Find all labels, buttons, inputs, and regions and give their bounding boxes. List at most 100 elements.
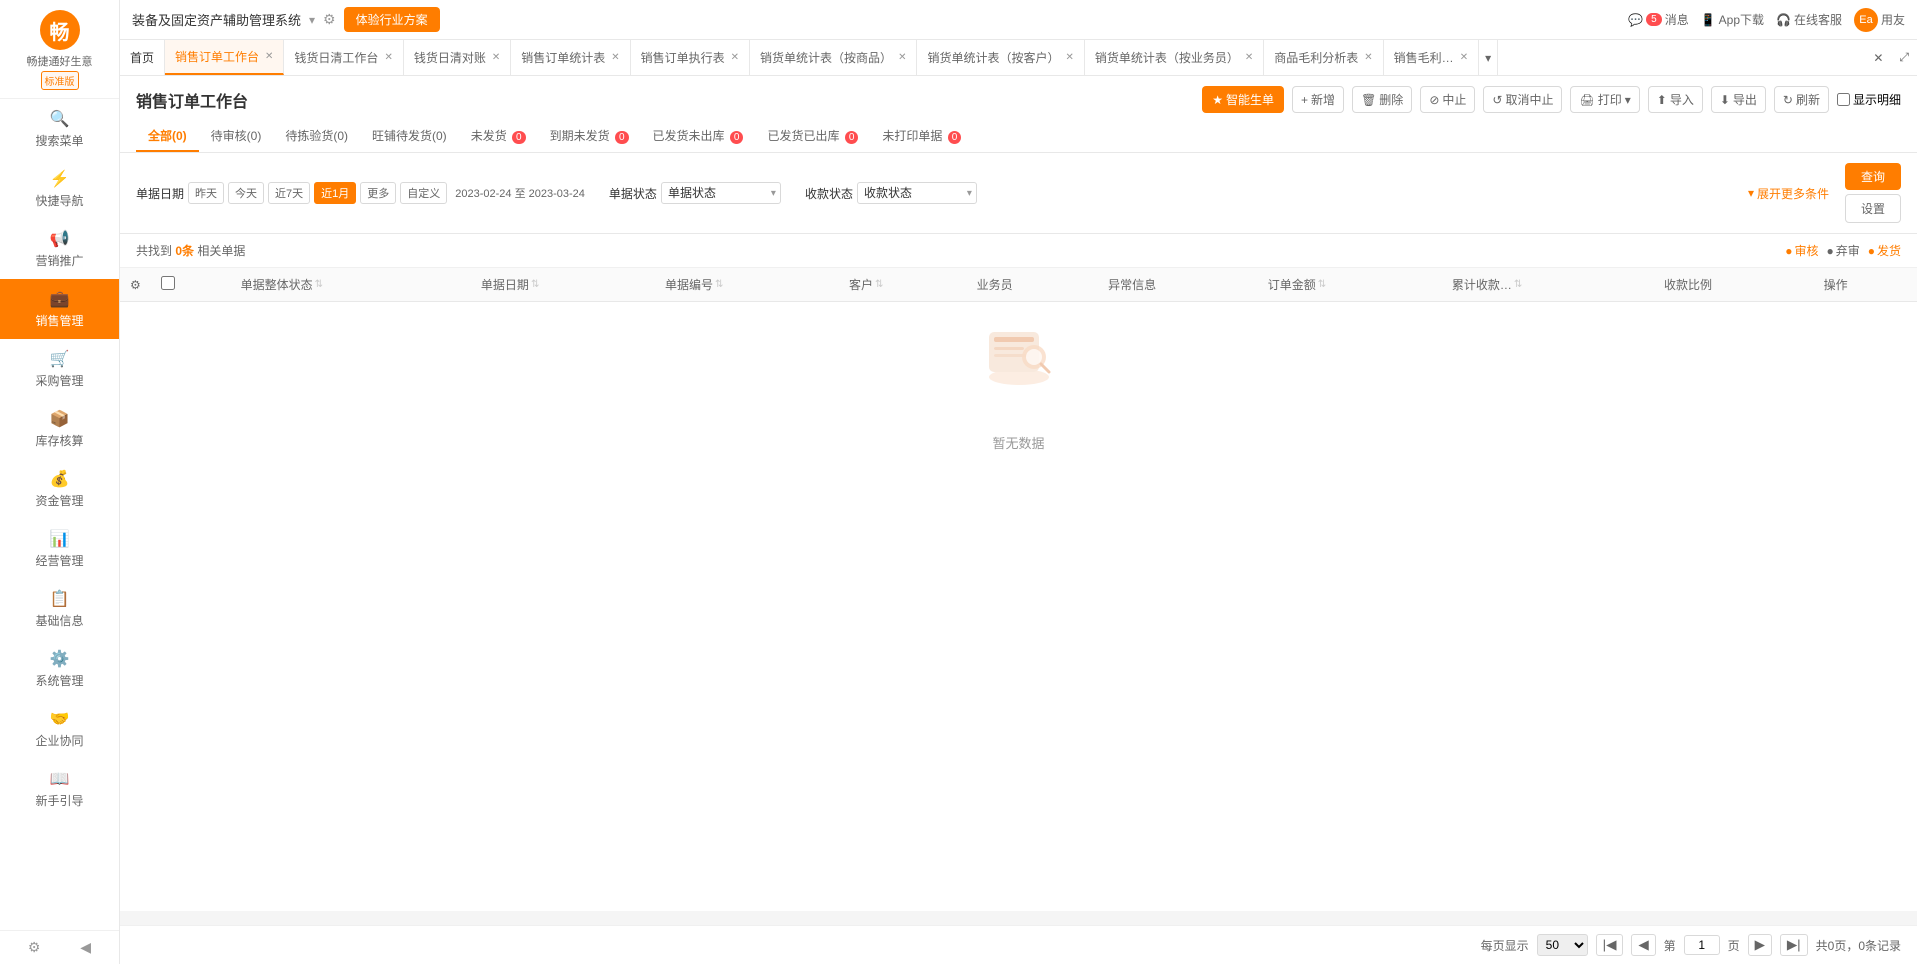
- th-exception[interactable]: 异常信息: [1098, 268, 1258, 302]
- first-page-button[interactable]: |◀: [1596, 934, 1624, 956]
- last-page-button[interactable]: ▶|: [1780, 934, 1808, 956]
- settings-icon[interactable]: ⚙: [28, 939, 41, 956]
- sidebar-item-collab[interactable]: 🤝 企业协同: [0, 699, 119, 759]
- tab-close-icon[interactable]: ✕: [1065, 52, 1073, 63]
- th-status[interactable]: 单据整体状态⇅: [231, 268, 471, 302]
- status-select[interactable]: 单据状态: [661, 182, 781, 204]
- approve-action-button[interactable]: ● 审核: [1785, 242, 1818, 259]
- tab-gross-margin[interactable]: 商品毛利分析表 ✕: [1264, 40, 1383, 75]
- collapse-icon[interactable]: ◀: [80, 939, 91, 956]
- sidebar-item-finance[interactable]: 💰 资金管理: [0, 459, 119, 519]
- th-ratio[interactable]: 收款比例: [1654, 268, 1814, 302]
- stop-button[interactable]: ⊘ 中止: [1420, 86, 1475, 113]
- sub-tab-overdue-unshipped[interactable]: 到期未发货 0: [538, 121, 641, 152]
- th-amount[interactable]: 订单金额⇅: [1258, 268, 1442, 302]
- tab-close-icon[interactable]: ✕: [265, 51, 273, 62]
- tab-home[interactable]: 首页: [120, 40, 165, 75]
- sub-tab-pending-approve[interactable]: 待审核(0): [199, 121, 274, 152]
- sidebar-item-marketing[interactable]: 📢 营销推广: [0, 219, 119, 279]
- app-download-button[interactable]: 📱 App下载: [1701, 11, 1764, 28]
- table-scroll-container[interactable]: ⚙ 单据整体状态⇅ 单据日期⇅ 单据编号⇅: [120, 268, 1917, 911]
- tab-ship-by-salesperson[interactable]: 销货单统计表（按业务员） ✕: [1085, 40, 1264, 75]
- show-detail-toggle[interactable]: 显示明细: [1837, 91, 1901, 108]
- tabs-maximize-button[interactable]: ⤢: [1891, 50, 1917, 65]
- smart-create-button[interactable]: ★ 智能生单: [1202, 86, 1284, 113]
- tabs-close-all-button[interactable]: ✕: [1865, 51, 1891, 65]
- ship-action-button[interactable]: ● 发货: [1868, 242, 1901, 259]
- date-btn-yesterday[interactable]: 昨天: [188, 182, 224, 204]
- sidebar-item-business[interactable]: 📊 经营管理: [0, 519, 119, 579]
- date-btn-today[interactable]: 今天: [228, 182, 264, 204]
- date-btn-1month[interactable]: 近1月: [314, 182, 356, 204]
- tab-sales-workbench[interactable]: 销售订单工作台 ✕: [165, 40, 284, 75]
- tab-close-icon[interactable]: ✕: [611, 52, 619, 63]
- tab-close-icon[interactable]: ✕: [1245, 52, 1253, 63]
- sidebar-item-quick[interactable]: ⚡ 快捷导航: [0, 159, 119, 219]
- th-checkbox[interactable]: [151, 268, 231, 302]
- print-button[interactable]: 🖨 打印 ▾: [1570, 86, 1639, 113]
- sub-tab-all[interactable]: 全部(0): [136, 121, 199, 152]
- th-customer[interactable]: 客户⇅: [839, 268, 967, 302]
- page-size-select[interactable]: 20 50 100 200: [1537, 934, 1588, 956]
- tab-ship-by-product[interactable]: 销货单统计表（按商品） ✕: [750, 40, 917, 75]
- sidebar-item-inventory[interactable]: 📦 库存核算: [0, 399, 119, 459]
- tab-ship-by-customer[interactable]: 销货单统计表（按客户） ✕: [917, 40, 1084, 75]
- delete-button[interactable]: 🗑 删除: [1352, 86, 1412, 113]
- th-received[interactable]: 累计收款…⇅: [1442, 268, 1654, 302]
- horizontal-scrollbar[interactable]: [120, 911, 1917, 925]
- prev-page-button[interactable]: ◀: [1631, 934, 1655, 956]
- sidebar-item-basic[interactable]: 📋 基础信息: [0, 579, 119, 639]
- tab-close-icon[interactable]: ✕: [1364, 52, 1372, 63]
- sidebar-item-system[interactable]: ⚙️ 系统管理: [0, 639, 119, 699]
- select-all-checkbox[interactable]: [161, 276, 175, 290]
- cancel-stop-button[interactable]: ↺ 取消中止: [1483, 86, 1562, 113]
- tabs-more-button[interactable]: ▾: [1479, 40, 1498, 75]
- export-button[interactable]: ⬇ 导出: [1711, 86, 1766, 113]
- sub-tab-unprinted[interactable]: 未打印单据 0: [870, 121, 973, 152]
- sidebar-item-search[interactable]: 🔍 搜索菜单: [0, 99, 119, 159]
- th-number[interactable]: 单据编号⇅: [655, 268, 839, 302]
- date-btn-custom[interactable]: 自定义: [400, 182, 447, 204]
- tab-close-icon[interactable]: ✕: [898, 52, 906, 63]
- tab-close-icon[interactable]: ✕: [1460, 52, 1468, 63]
- dropdown-arrow-icon[interactable]: ▾: [309, 13, 315, 27]
- th-salesperson[interactable]: 业务员: [967, 268, 1098, 302]
- settings-topbar-icon[interactable]: ⚙: [323, 11, 336, 28]
- tab-sales-stats[interactable]: 销售订单统计表 ✕: [511, 40, 630, 75]
- tab-close-icon[interactable]: ✕: [384, 52, 392, 63]
- user-menu-button[interactable]: Ea 用友: [1854, 8, 1905, 32]
- next-page-button[interactable]: ▶: [1748, 934, 1772, 956]
- tab-sales-exec[interactable]: 销售订单执行表 ✕: [631, 40, 750, 75]
- tab-label: 销货单统计表（按商品）: [760, 49, 892, 66]
- th-gear[interactable]: ⚙: [120, 268, 151, 302]
- tab-close-icon[interactable]: ✕: [731, 52, 739, 63]
- add-button[interactable]: + 新增: [1292, 86, 1344, 113]
- reject-action-button[interactable]: ● 弃审: [1826, 242, 1859, 259]
- import-button[interactable]: ⬆ 导入: [1648, 86, 1703, 113]
- sub-tab-wangpu-ship[interactable]: 旺铺待发货(0): [360, 121, 459, 152]
- tab-sales-margin[interactable]: 销售毛利… ✕: [1384, 40, 1479, 75]
- show-detail-checkbox[interactable]: [1837, 93, 1850, 106]
- tab-daily-reconcile[interactable]: 钱货日清对账 ✕: [404, 40, 511, 75]
- expand-conditions-button[interactable]: ▾ 展开更多条件: [1748, 185, 1829, 202]
- set-button[interactable]: 设置: [1845, 194, 1901, 223]
- th-date[interactable]: 单据日期⇅: [471, 268, 655, 302]
- sub-tab-unshipped[interactable]: 未发货 0: [459, 121, 538, 152]
- sub-tab-pending-inspect[interactable]: 待拣验货(0): [273, 121, 360, 152]
- query-button[interactable]: 查询: [1845, 163, 1901, 190]
- refresh-button[interactable]: ↻ 刷新: [1774, 86, 1829, 113]
- payment-select[interactable]: 收款状态: [857, 182, 977, 204]
- sub-tab-shipped-not-out[interactable]: 已发货未出库 0: [641, 121, 756, 152]
- sidebar-item-guide[interactable]: 📖 新手引导: [0, 759, 119, 819]
- tab-daily-clear[interactable]: 钱货日清工作台 ✕: [284, 40, 403, 75]
- industry-solution-button[interactable]: 体验行业方案: [344, 7, 440, 32]
- tab-close-icon[interactable]: ✕: [492, 52, 500, 63]
- current-page-input[interactable]: [1684, 935, 1720, 955]
- sidebar-item-sales[interactable]: 💼 销售管理: [0, 279, 119, 339]
- online-service-button[interactable]: 🎧 在线客服: [1776, 11, 1842, 28]
- date-btn-more[interactable]: 更多: [360, 182, 396, 204]
- sidebar-item-purchase[interactable]: 🛒 采购管理: [0, 339, 119, 399]
- date-btn-7days[interactable]: 近7天: [268, 182, 310, 204]
- message-button[interactable]: 💬 5 消息: [1628, 11, 1689, 28]
- sub-tab-shipped-out[interactable]: 已发货已出库 0: [755, 121, 870, 152]
